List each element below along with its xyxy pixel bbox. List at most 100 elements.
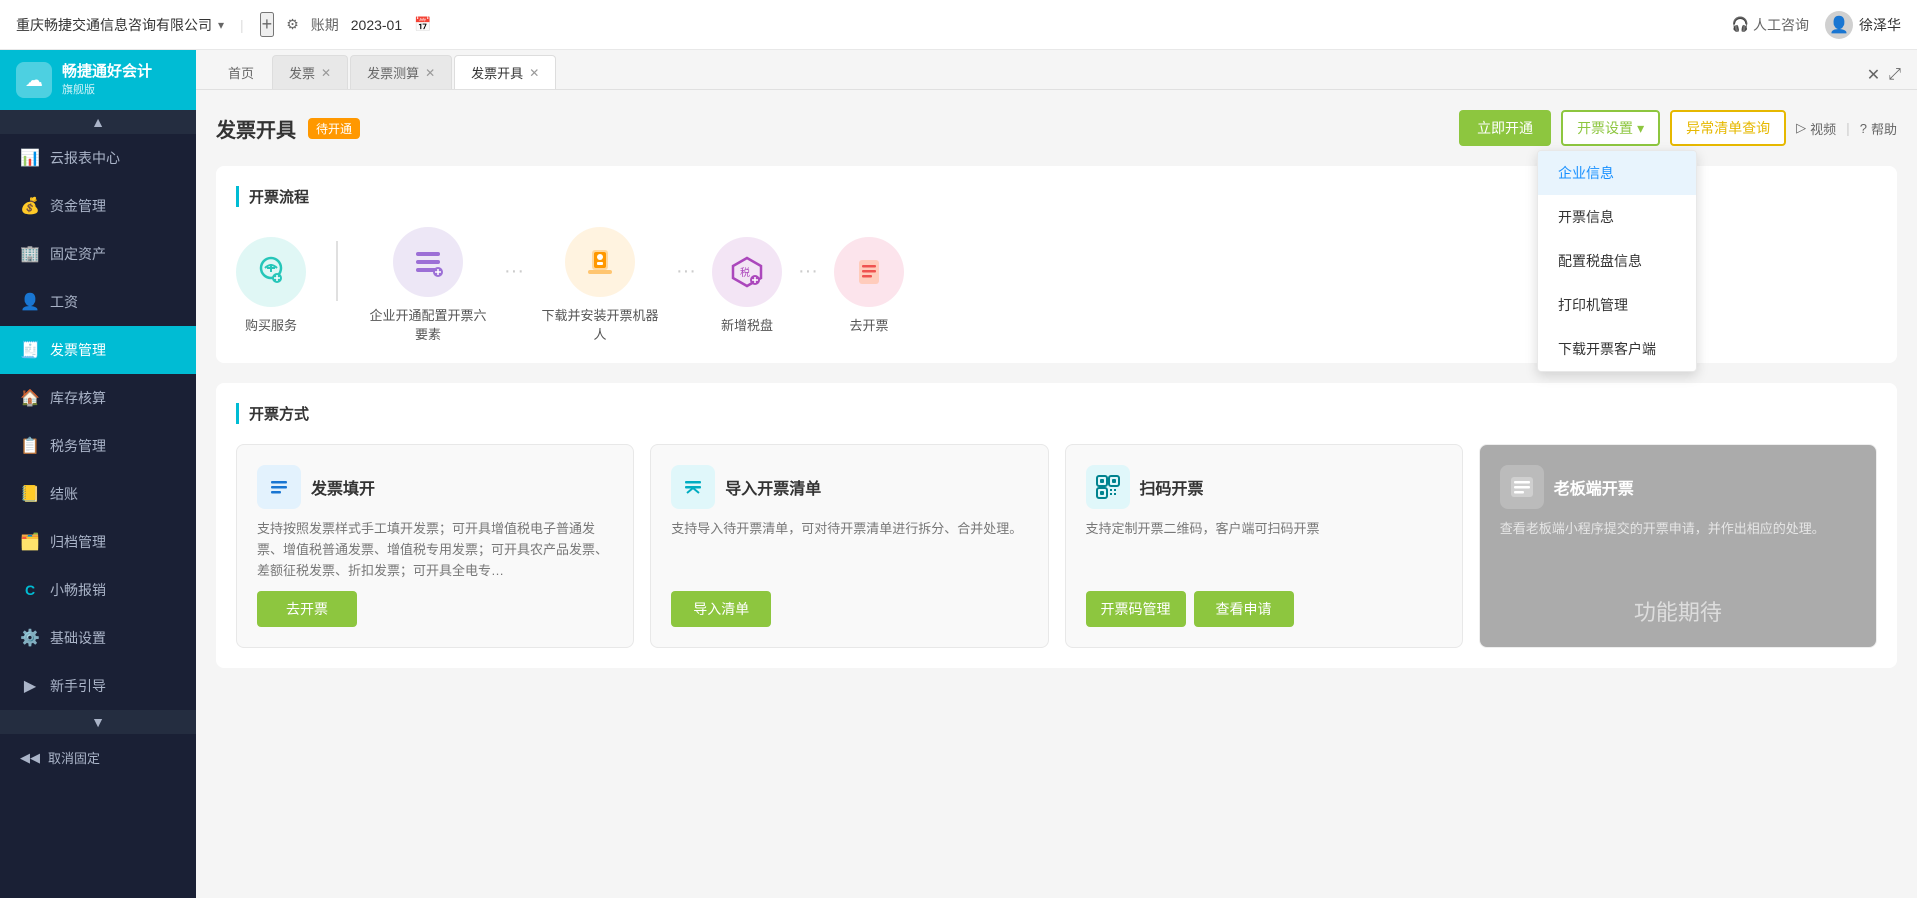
tab-fapiao-cesuan[interactable]: 发票测算 ✕ xyxy=(350,55,452,89)
methods-section-title: 开票方式 xyxy=(236,403,1877,424)
sidebar-item-label: 工资 xyxy=(50,292,78,312)
consult-button[interactable]: 🎧 人工咨询 xyxy=(1732,15,1809,35)
sidebar-item-label: 固定资产 xyxy=(50,244,106,264)
sidebar-scroll-down[interactable]: ▼ xyxy=(0,710,196,734)
method-import-icon xyxy=(671,465,715,509)
sidebar-cancel-fixed[interactable]: ◀◀ 取消固定 xyxy=(0,734,196,781)
method-card-boss: 老板端开票 查看老板端小程序提交的开票申请，并作出相应的处理。 功能期待 xyxy=(1479,444,1877,648)
page-content: 发票开具 待开通 立即开通 开票设置 ▾ 异常清单查询 ▷ 视频 | ? xyxy=(196,90,1917,898)
sidebar-item-gongzi[interactable]: 👤 工资 xyxy=(0,278,196,326)
main-layout: ☁ 畅捷通好会计 旗舰版 ▲ 📊 云报表中心 💰 资金管理 🏢 固定资产 👤 工… xyxy=(0,50,1917,898)
method-fill-header: 发票填开 xyxy=(257,465,613,509)
svg-text:税: 税 xyxy=(740,266,750,279)
method-boss-icon xyxy=(1500,465,1544,509)
tab-home[interactable]: 首页 xyxy=(212,55,270,89)
page-header: 发票开具 待开通 立即开通 开票设置 ▾ 异常清单查询 ▷ 视频 | ? xyxy=(216,110,1897,146)
gudingzichan-icon: 🏢 xyxy=(20,244,40,264)
flow-step-download-label: 下载并安装开票机器人 xyxy=(540,305,660,343)
method-boss-desc: 查看老板端小程序提交的开票申请，并作出相应的处理。 xyxy=(1500,519,1856,540)
method-scan-header: 扫码开票 xyxy=(1086,465,1442,509)
jichushezhi-icon: ⚙️ xyxy=(20,628,40,648)
sidebar-item-guidang[interactable]: 🗂️ 归档管理 xyxy=(0,518,196,566)
sidebar-item-zijin[interactable]: 💰 资金管理 xyxy=(0,182,196,230)
shuiwu-icon: 📋 xyxy=(20,436,40,456)
sidebar-item-xinshou[interactable]: ▶ 新手引导 xyxy=(0,662,196,710)
flow-step-buy: 购买服务 xyxy=(236,237,306,334)
divider-text: | xyxy=(1846,120,1850,136)
settings-chevron-icon: ▾ xyxy=(1637,120,1644,137)
xinshou-icon: ▶ xyxy=(20,676,40,696)
zijin-icon: 💰 xyxy=(20,196,40,216)
video-button[interactable]: ▷ 视频 xyxy=(1796,119,1836,138)
scan-qr-button[interactable]: 开票码管理 xyxy=(1086,591,1186,627)
help-button[interactable]: ? 帮助 xyxy=(1860,119,1897,138)
settings-button-label: 开票设置 xyxy=(1577,118,1633,138)
tab-fapiao-kaiju[interactable]: 发票开具 ✕ xyxy=(454,55,556,89)
import-list-button[interactable]: 导入清单 xyxy=(671,591,771,627)
sidebar-item-jichushezhi[interactable]: ⚙️ 基础设置 xyxy=(0,614,196,662)
dropdown-item-peizhi-shuipan[interactable]: 配置税盘信息 xyxy=(1538,239,1696,283)
guidang-icon: 🗂️ xyxy=(20,532,40,552)
dropdown-item-kaipiao-info[interactable]: 开票信息 xyxy=(1538,195,1696,239)
company-chevron-icon: ▾ xyxy=(218,18,224,32)
method-card-fill: 发票填开 支持按照发票样式手工填开发票；可开具增值税电子普通发票、增值税普通发票… xyxy=(236,444,634,648)
jiezhang-icon: 📒 xyxy=(20,484,40,504)
abnormal-list-button[interactable]: 异常清单查询 xyxy=(1670,110,1786,146)
tab-expand-button[interactable]: ⤢ xyxy=(1888,66,1901,84)
flow-step-tax: 税 新增税盘 xyxy=(712,237,782,334)
tab-fapiao-cesuan-close[interactable]: ✕ xyxy=(425,66,435,80)
dropdown-item-qiye-info[interactable]: 企业信息 xyxy=(1538,151,1696,195)
flow-step-invoice-label: 去开票 xyxy=(849,315,888,334)
view-application-button[interactable]: 查看申请 xyxy=(1194,591,1294,627)
tab-fapiao-kaiju-label: 发票开具 xyxy=(471,63,523,82)
tab-fapiao-kaiju-close[interactable]: ✕ xyxy=(529,66,539,80)
sidebar-item-yunbao[interactable]: 📊 云报表中心 xyxy=(0,134,196,182)
fill-invoice-button[interactable]: 去开票 xyxy=(257,591,357,627)
sidebar-item-label: 基础设置 xyxy=(50,628,106,648)
settings-dropdown-button[interactable]: 开票设置 ▾ xyxy=(1561,110,1660,146)
dropdown-item-xiazai-kaipiao[interactable]: 下载开票客户端 xyxy=(1538,327,1696,371)
flow-arrow-4: ··· xyxy=(798,260,818,311)
top-bar: 重庆畅捷交通信息咨询有限公司 ▾ | + ⚙ 账期 2023-01 📅 🎧 人工… xyxy=(0,0,1917,50)
cancel-icon: ◀◀ xyxy=(20,750,40,766)
settings-icon[interactable]: ⚙ xyxy=(286,16,299,33)
dropdown-item-dayinji-guanli[interactable]: 打印机管理 xyxy=(1538,283,1696,327)
sidebar-logo: ☁ 畅捷通好会计 旗舰版 xyxy=(0,50,196,110)
flow-step-enterprise-label: 企业开通配置开票六要素 xyxy=(368,305,488,343)
content-area: 首页 发票 ✕ 发票测算 ✕ 发票开具 ✕ ✕ ⤢ 发票开具 xyxy=(196,50,1917,898)
consult-label: 人工咨询 xyxy=(1753,15,1809,35)
method-boss-header: 老板端开票 xyxy=(1500,465,1856,509)
divider1: | xyxy=(240,17,244,33)
method-scan-icon xyxy=(1086,465,1130,509)
status-badge: 待开通 xyxy=(308,118,360,139)
flow-divider-1 xyxy=(336,241,338,301)
sidebar-scroll-up[interactable]: ▲ xyxy=(0,110,196,134)
method-scan-name: 扫码开票 xyxy=(1140,475,1204,499)
add-company-button[interactable]: + xyxy=(260,12,275,37)
activate-button[interactable]: 立即开通 xyxy=(1459,110,1551,146)
company-name: 重庆畅捷交通信息咨询有限公司 xyxy=(16,15,212,35)
sidebar-item-label: 发票管理 xyxy=(50,340,106,360)
sidebar-item-label: 资金管理 xyxy=(50,196,106,216)
calendar-icon[interactable]: 📅 xyxy=(414,16,431,33)
sidebar-item-gudingzichan[interactable]: 🏢 固定资产 xyxy=(0,230,196,278)
period-value: 2023-01 xyxy=(351,17,402,33)
sidebar-item-kucun[interactable]: 🏠 库存核算 xyxy=(0,374,196,422)
xiaochang-icon: C xyxy=(20,582,40,598)
user-info[interactable]: 👤 徐泽华 xyxy=(1825,11,1901,39)
sidebar-item-fapiao[interactable]: 🧾 发票管理 xyxy=(0,326,196,374)
sidebar-item-xiaochang[interactable]: C 小畅报销 xyxy=(0,566,196,614)
flow-step-buy-icon xyxy=(236,237,306,307)
tab-bar-actions: ✕ ⤢ xyxy=(1867,65,1901,89)
flow-step-tax-label: 新增税盘 xyxy=(721,315,773,334)
method-fill-name: 发票填开 xyxy=(311,475,375,499)
sidebar: ☁ 畅捷通好会计 旗舰版 ▲ 📊 云报表中心 💰 资金管理 🏢 固定资产 👤 工… xyxy=(0,50,196,898)
sidebar-item-shuiwu[interactable]: 📋 税务管理 xyxy=(0,422,196,470)
tab-fapiao-close[interactable]: ✕ xyxy=(321,66,331,80)
tab-fapiao[interactable]: 发票 ✕ xyxy=(272,55,348,89)
tab-close-all-button[interactable]: ✕ xyxy=(1867,65,1880,85)
sidebar-item-jiezhang[interactable]: 📒 结账 xyxy=(0,470,196,518)
flow-step-buy-label: 购买服务 xyxy=(245,315,297,334)
flow-step-enterprise: 企业开通配置开票六要素 xyxy=(368,227,488,343)
company-selector[interactable]: 重庆畅捷交通信息咨询有限公司 ▾ xyxy=(16,15,224,35)
